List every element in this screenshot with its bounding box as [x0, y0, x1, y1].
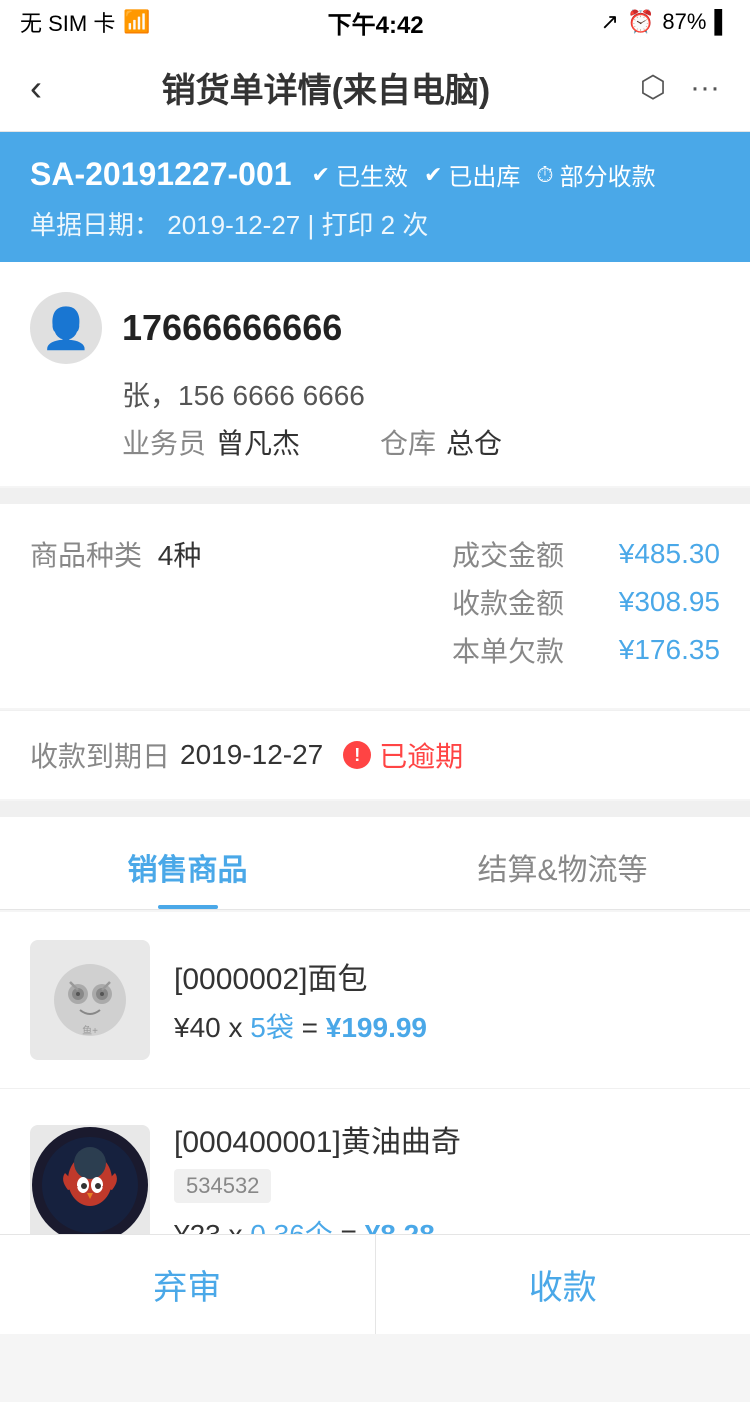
tab-sales-products[interactable]: 销售商品: [0, 817, 375, 909]
page-title: 销货单详情(来自电脑): [12, 63, 640, 112]
owl-icon: 鱼+: [50, 960, 130, 1040]
status-bar-right: ↗ ⏰ 87% ▌: [601, 9, 730, 35]
status-bar-left: 无 SIM 卡 📶: [20, 6, 151, 38]
location-icon: ↗: [601, 9, 619, 35]
customer-row: 👤 17666666666: [30, 292, 720, 364]
overdue-warning-icon: !: [343, 741, 371, 769]
status-badges: ✔ 已生效 ✔ 已出库 ⏱ 部分收款: [312, 157, 656, 192]
clock-icon: ⏱: [536, 162, 553, 188]
product-info-2: [000400001]黄油曲奇 534532 ¥23 x 0.36个 = ¥8.…: [174, 1117, 720, 1253]
product-types-label: 商品种类: [30, 540, 142, 571]
status-bar: 无 SIM 卡 📶 下午4:42 ↗ ⏰ 87% ▌: [0, 0, 750, 44]
badge-partial-paid: ⏱ 部分收款: [536, 157, 655, 192]
customer-contact: 张，156 6666 6666: [122, 374, 720, 414]
check-icon-2: ✔: [424, 162, 442, 188]
bottom-bar: 弃审 收款: [0, 1234, 750, 1334]
order-id: SA-20191227-001: [30, 156, 292, 193]
wifi-icon: 📶: [123, 9, 150, 35]
date-label: 单据日期：: [30, 210, 160, 240]
print-info: | 打印 2 次: [307, 210, 428, 240]
received-row: 收款金额 ¥308.95: [452, 582, 720, 622]
overdue-text: 已逾期: [379, 735, 463, 775]
order-header: SA-20191227-001 ✔ 已生效 ✔ 已出库 ⏱ 部分收款 单据日期：…: [0, 132, 750, 262]
order-date-row: 单据日期： 2019-12-27 | 打印 2 次: [30, 205, 720, 242]
debt-amount: ¥176.35: [580, 634, 720, 666]
product-name-1: [0000002]面包: [174, 954, 720, 998]
nav-actions: ⬡ ···: [640, 70, 720, 105]
product-types-row: 商品种类 4种: [30, 534, 201, 574]
svg-text:鱼+: 鱼+: [82, 1024, 98, 1037]
battery-text: 87%: [662, 9, 706, 35]
carrier-text: 无 SIM 卡: [20, 6, 115, 38]
summary-section: 商品种类 4种 成交金额 ¥485.30 收款金额 ¥308.95 本单欠款 ¥…: [0, 504, 750, 708]
tabs-section: 销售商品 结算&物流等: [0, 817, 750, 910]
transaction-amount: ¥485.30: [580, 538, 720, 570]
cancel-audit-button[interactable]: 弃审: [0, 1235, 376, 1334]
transaction-label: 成交金额: [452, 534, 564, 574]
divider-2: [0, 801, 750, 817]
overdue-badge: ! 已逾期: [343, 735, 463, 775]
check-icon-1: ✔: [312, 162, 330, 188]
alarm-icon: ⏰: [627, 9, 654, 35]
product-tag-2: 534532: [174, 1169, 271, 1203]
collect-payment-button[interactable]: 收款: [376, 1235, 750, 1334]
received-amount: ¥308.95: [580, 586, 720, 618]
product-name-2: [000400001]黄油曲奇: [174, 1117, 720, 1161]
due-date-label: 收款到期日: [30, 735, 170, 775]
transaction-row: 成交金额 ¥485.30: [452, 534, 720, 574]
customer-meta: 业务员 曾凡杰 仓库 总仓: [122, 422, 720, 462]
received-label: 收款金额: [452, 582, 564, 622]
due-date-value: 2019-12-27: [180, 739, 323, 771]
product-info-1: [0000002]面包 ¥40 x 5袋 = ¥199.99: [174, 954, 720, 1046]
customer-section: 👤 17666666666 张，156 6666 6666 业务员 曾凡杰 仓库…: [0, 262, 750, 486]
debt-row: 本单欠款 ¥176.35: [452, 630, 720, 670]
avatar: 👤: [30, 292, 102, 364]
summary-left: 商品种类 4种: [30, 534, 201, 578]
divider-1: [0, 488, 750, 504]
products-section: 鱼+ [0000002]面包 ¥40 x 5袋 = ¥199.99: [0, 912, 750, 1282]
product-price-1: ¥40 x 5袋 = ¥199.99: [174, 1006, 720, 1046]
product-thumbnail-1: 鱼+: [30, 940, 150, 1060]
customer-name: 17666666666: [122, 307, 342, 349]
sales-name: 曾凡杰: [216, 422, 300, 462]
more-icon[interactable]: ···: [690, 71, 720, 105]
sales-label: 业务员: [122, 422, 206, 462]
nav-bar: ‹ 销货单详情(来自电脑) ⬡ ···: [0, 44, 750, 132]
battery-icon: ▌: [714, 9, 730, 35]
product-item: 鱼+ [0000002]面包 ¥40 x 5袋 = ¥199.99: [0, 912, 750, 1089]
butter-cookie-image: [30, 1125, 150, 1245]
product-types-count: 4种: [158, 540, 202, 571]
badge-shipped: ✔ 已出库: [424, 157, 520, 192]
product-thumbnail-2: [30, 1125, 150, 1245]
badge-activated: ✔ 已生效: [312, 157, 408, 192]
due-date-section: 收款到期日 2019-12-27 ! 已逾期: [0, 710, 750, 799]
summary-right: 成交金额 ¥485.30 收款金额 ¥308.95 本单欠款 ¥176.35: [452, 534, 720, 678]
warehouse-label: 仓库: [380, 422, 436, 462]
share-icon[interactable]: ⬡: [640, 70, 666, 105]
tab-settlement-logistics[interactable]: 结算&物流等: [375, 817, 750, 909]
debt-label: 本单欠款: [452, 630, 564, 670]
order-date-value: 2019-12-27: [167, 210, 300, 240]
time-display: 下午4:42: [328, 5, 424, 40]
warehouse-name: 总仓: [446, 422, 502, 462]
person-icon: 👤: [41, 305, 91, 352]
